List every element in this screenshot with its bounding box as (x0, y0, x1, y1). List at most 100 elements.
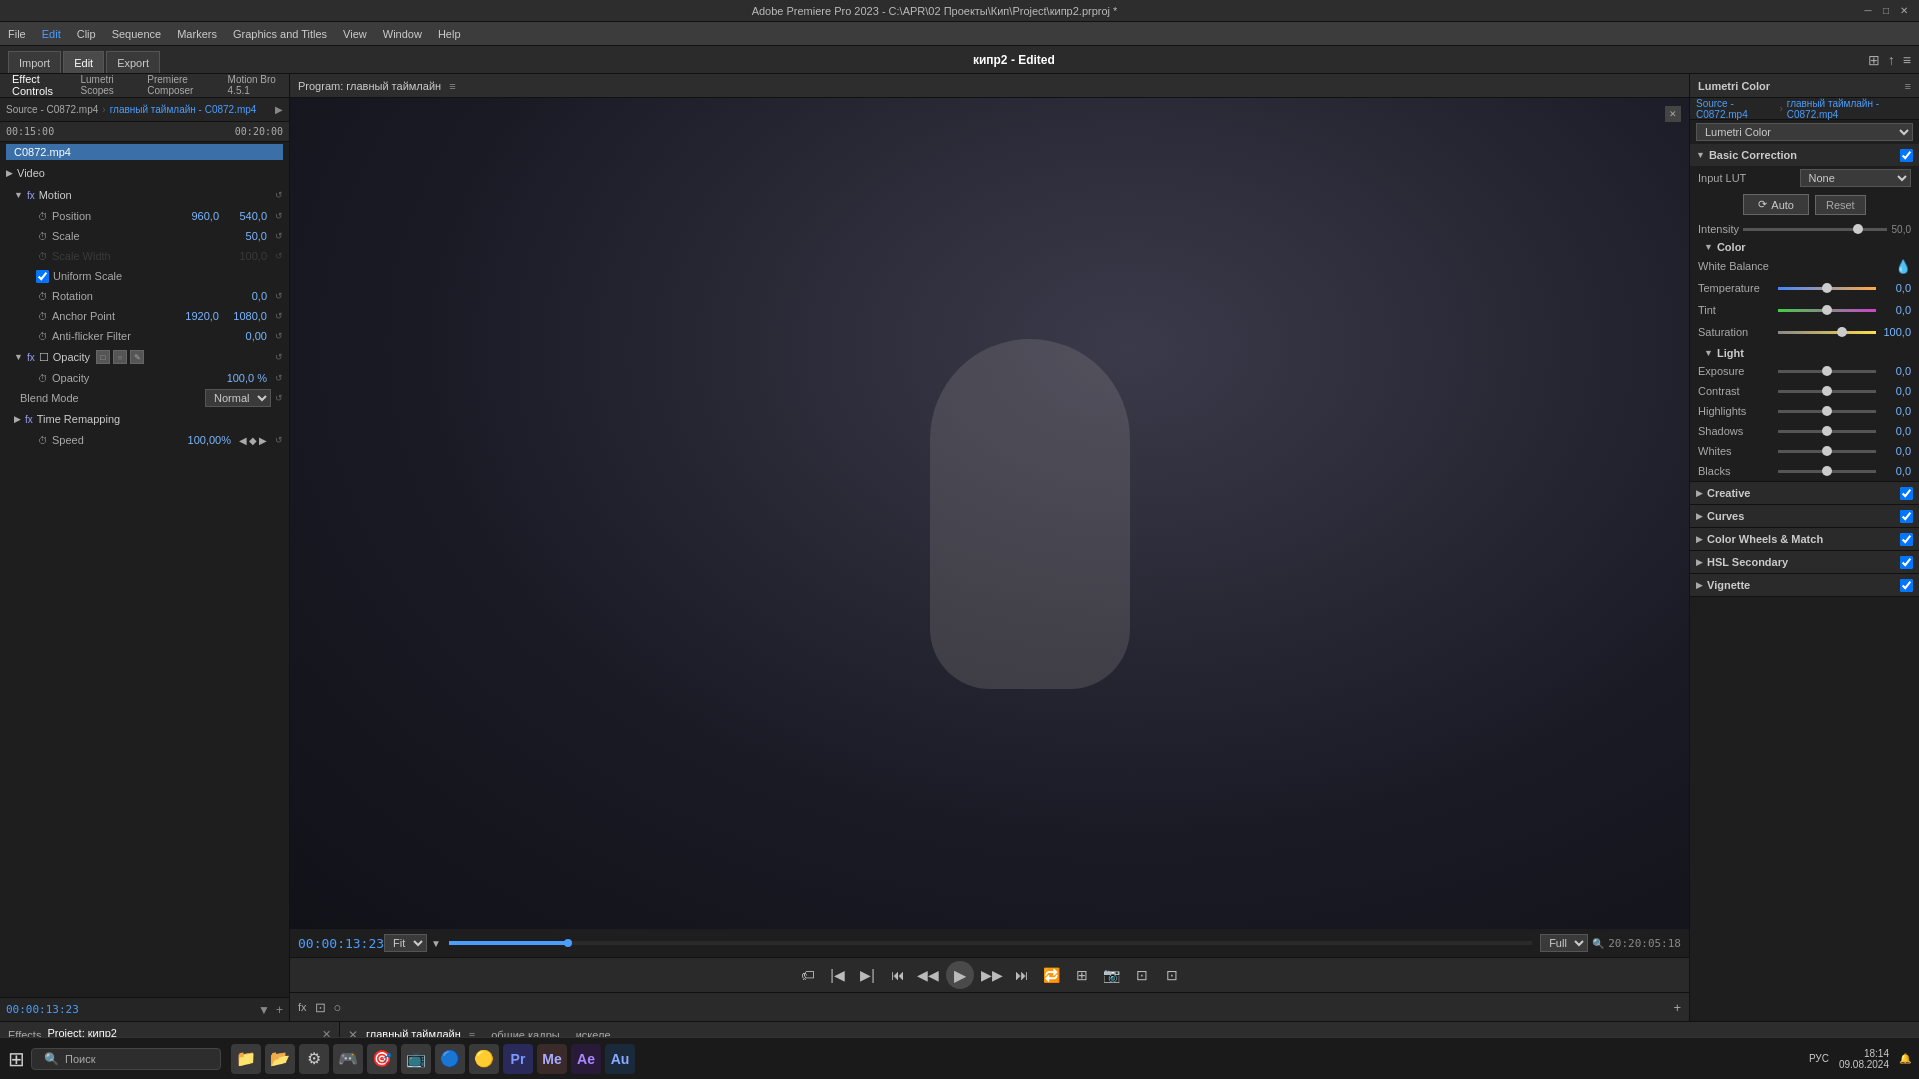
scale-value[interactable]: 50,0 (217, 230, 267, 242)
menu-markers[interactable]: Markers (177, 28, 217, 40)
opacity-draw-icon[interactable]: □ (96, 350, 110, 364)
blacks-slider[interactable] (1778, 470, 1876, 473)
start-button[interactable]: ⊞ (8, 1047, 25, 1071)
saturation-slider[interactable] (1778, 331, 1876, 334)
vignette-toggle[interactable] (1900, 579, 1913, 592)
color-subsection-header[interactable]: ▼ Color (1690, 239, 1919, 255)
anchor-reset[interactable]: ↺ (275, 311, 283, 321)
motion-reset[interactable]: ↺ (275, 190, 283, 200)
opacity-value[interactable]: 100,0 % (217, 372, 267, 384)
ec-add-icon[interactable]: + (276, 1003, 283, 1017)
full-selector[interactable]: Full (1540, 934, 1588, 952)
tab-motion-bro[interactable]: Motion Bro 4.5.1 (220, 74, 285, 98)
taskbar-explorer[interactable]: 📂 (265, 1044, 295, 1074)
menu-help[interactable]: Help (438, 28, 461, 40)
fit-selector[interactable]: Fit (384, 934, 427, 952)
zoom-icon[interactable]: 🔍 (1592, 938, 1604, 949)
add-marker-btn[interactable]: 🏷 (796, 963, 820, 987)
temperature-slider[interactable] (1778, 287, 1876, 290)
multi-cam-btn[interactable]: ⊡ (1130, 963, 1154, 987)
fit-dropdown[interactable]: ▼ (431, 938, 441, 949)
light-subsection-header[interactable]: ▼ Light (1690, 343, 1919, 361)
taskbar-au[interactable]: Au (605, 1044, 635, 1074)
tab-import[interactable]: Import (8, 51, 61, 73)
hsl-secondary-header[interactable]: ▶ HSL Secondary (1690, 551, 1919, 573)
go-prev-btn[interactable]: ◀◀ (916, 963, 940, 987)
camera-btn[interactable]: 📷 (1100, 963, 1124, 987)
tab-effect-controls[interactable]: Effect Controls (4, 74, 68, 98)
taskbar-premiere[interactable]: Pr (503, 1044, 533, 1074)
time-remapping-header[interactable]: ▶ fx Time Remapping (0, 408, 289, 430)
settings-btn[interactable]: + (1673, 1000, 1681, 1015)
rotation-value[interactable]: 0,0 (217, 290, 267, 302)
taskbar-system[interactable]: ⚙ (299, 1044, 329, 1074)
tint-slider[interactable] (1778, 309, 1876, 312)
taskbar-files[interactable]: 📁 (231, 1044, 261, 1074)
rotation-stopwatch[interactable]: ⏱ (38, 291, 48, 302)
contrast-slider[interactable] (1778, 390, 1876, 393)
creative-toggle[interactable] (1900, 487, 1913, 500)
curves-toggle[interactable] (1900, 510, 1913, 523)
insert-btn[interactable]: ⊡ (1160, 963, 1184, 987)
speed-prev[interactable]: ◀ (239, 435, 247, 446)
anti-flicker-value[interactable]: 0,00 (217, 330, 267, 342)
taskbar-steam[interactable]: 🎯 (367, 1044, 397, 1074)
taskbar-language[interactable]: РУС (1809, 1053, 1829, 1064)
settings-icon[interactable]: ≡ (1903, 52, 1911, 68)
exposure-slider[interactable] (1778, 370, 1876, 373)
play-btn[interactable]: ▶ (946, 961, 974, 989)
motion-group-header[interactable]: ▼ fx Motion ↺ (0, 184, 289, 206)
opacity-value-reset[interactable]: ↺ (275, 373, 283, 383)
speed-stopwatch[interactable]: ⏱ (38, 435, 48, 446)
vignette-header[interactable]: ▶ Vignette (1690, 574, 1919, 596)
position-reset[interactable]: ↺ (275, 211, 283, 221)
tab-lumetri-scopes[interactable]: Lumetri Scopes (72, 74, 135, 98)
taskbar-notifications[interactable]: 🔔 (1899, 1053, 1911, 1064)
speed-keyframe[interactable]: ◆ (249, 435, 257, 446)
maximize-button[interactable]: □ (1879, 4, 1893, 18)
anchor-y[interactable]: 1080,0 (227, 310, 267, 322)
speed-next[interactable]: ▶ (259, 435, 267, 446)
video-group-header[interactable]: ▶ Video (0, 162, 289, 184)
basic-correction-toggle[interactable] (1900, 149, 1913, 162)
scale-reset[interactable]: ↺ (275, 231, 283, 241)
anchor-x[interactable]: 1920,0 (169, 310, 219, 322)
hsl-secondary-toggle[interactable] (1900, 556, 1913, 569)
rotation-reset[interactable]: ↺ (275, 291, 283, 301)
expand-icon[interactable]: ▶ (275, 104, 283, 115)
go-to-in-btn[interactable]: ⏮ (886, 963, 910, 987)
opacity-group-header[interactable]: ▼ fx ☐ Opacity □ ○ ✎ ↺ (0, 346, 289, 368)
step-forward-btn[interactable]: ▶| (856, 963, 880, 987)
lumetri-menu[interactable]: ≡ (1905, 80, 1911, 92)
compare-btn[interactable]: ⊡ (315, 1000, 326, 1015)
step-back-btn[interactable]: |◀ (826, 963, 850, 987)
taskbar-media-encoder[interactable]: Me (537, 1044, 567, 1074)
taskbar-app8[interactable]: 🟡 (469, 1044, 499, 1074)
taskbar-app7[interactable]: 🔵 (435, 1044, 465, 1074)
search-bar-taskbar[interactable]: 🔍 Поиск (31, 1048, 221, 1070)
loop-btn[interactable]: 🔁 (1040, 963, 1064, 987)
speed-value[interactable]: 100,00% (181, 434, 231, 446)
layout-icon[interactable]: ⊞ (1868, 52, 1880, 68)
tab-export[interactable]: Export (106, 51, 160, 73)
anti-flicker-reset[interactable]: ↺ (275, 331, 283, 341)
lumetri-dropdown[interactable]: Lumetri Color (1696, 123, 1913, 141)
tab-premiere-composer[interactable]: Premiere Composer (139, 74, 215, 98)
color-wheels-toggle[interactable] (1900, 533, 1913, 546)
go-to-out-btn[interactable]: ⏭ (1010, 963, 1034, 987)
position-stopwatch[interactable]: ⏱ (38, 211, 48, 222)
color-wheels-header[interactable]: ▶ Color Wheels & Match (1690, 528, 1919, 550)
reset-button[interactable]: Reset (1815, 195, 1866, 215)
close-button[interactable]: ✕ (1897, 4, 1911, 18)
share-icon[interactable]: ↑ (1888, 52, 1895, 68)
anchor-stopwatch[interactable]: ⏱ (38, 311, 48, 322)
opacity-pen-icon[interactable]: ✎ (130, 350, 144, 364)
position-y[interactable]: 540,0 (227, 210, 267, 222)
taskbar-ae[interactable]: Ae (571, 1044, 601, 1074)
speed-reset[interactable]: ↺ (275, 435, 283, 445)
safe-margins-btn[interactable]: ⊞ (1070, 963, 1094, 987)
position-x[interactable]: 960,0 (169, 210, 219, 222)
anti-flicker-stopwatch[interactable]: ⏱ (38, 331, 48, 342)
intensity-slider[interactable] (1743, 228, 1887, 231)
monitor-close[interactable]: ✕ (1665, 106, 1681, 122)
